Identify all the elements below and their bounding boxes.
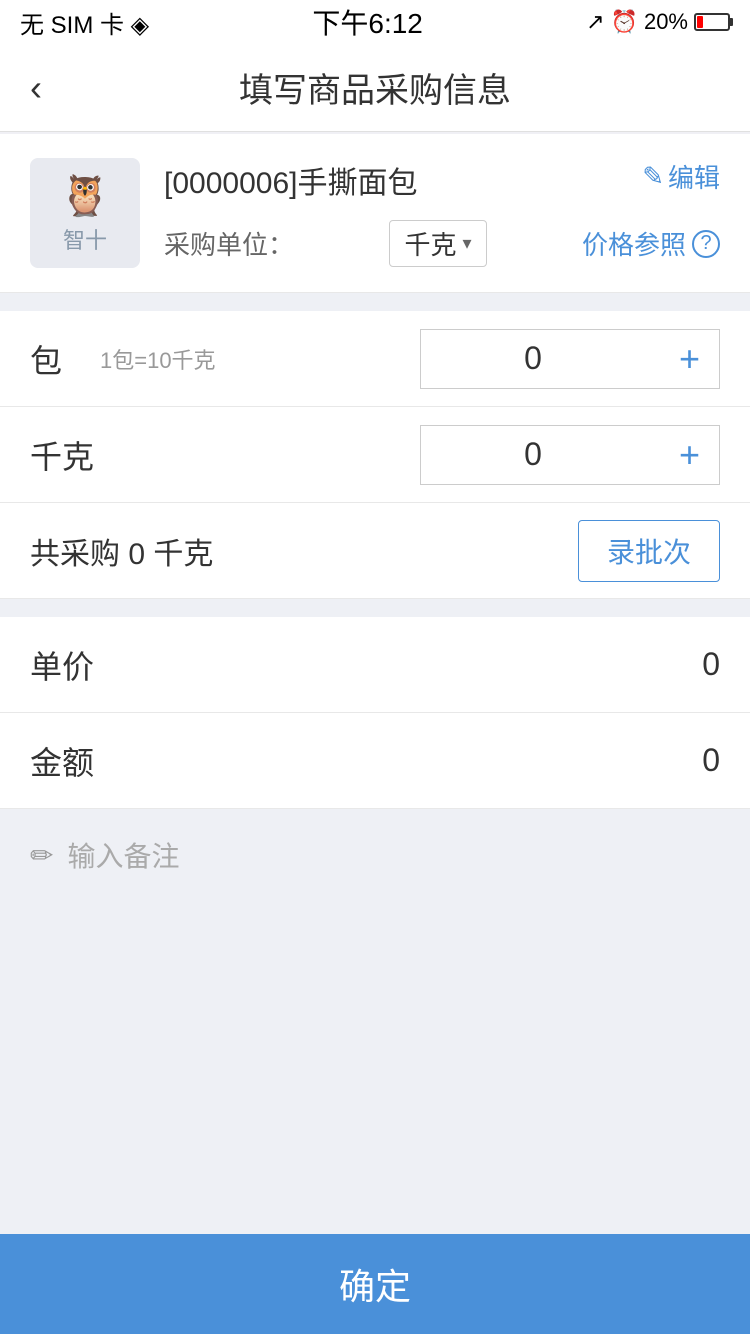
bao-input-row: 包 1包=10千克 +: [0, 311, 750, 407]
info-section: 单价 0 金额 0: [0, 617, 750, 809]
unit-price-row: 单价 0: [0, 617, 750, 713]
price-ref-label: 价格参照: [582, 225, 686, 262]
product-image-label: 智十: [63, 223, 107, 255]
price-ref-button[interactable]: 价格参照 ?: [582, 225, 720, 262]
product-card: 🦉 智十 [0000006]手撕面包 ✎ 编辑 采购单位： 千克 ▾ 价格参照 …: [0, 134, 750, 293]
remark-section[interactable]: ✏ 输入备注: [0, 809, 750, 901]
battery-icon: [694, 13, 730, 31]
nav-bar: ‹ 填写商品采购信息: [0, 44, 750, 132]
product-info: [0000006]手撕面包 ✎ 编辑 采购单位： 千克 ▾ 价格参照 ?: [164, 158, 720, 267]
bao-label: 包: [30, 336, 90, 382]
unit-label: 采购单位：: [164, 225, 294, 262]
product-image-icon: 🦉: [60, 172, 110, 219]
unit-select[interactable]: 千克 ▾: [389, 220, 486, 267]
edit-label: 编辑: [668, 158, 720, 195]
product-header: [0000006]手撕面包 ✎ 编辑: [164, 158, 720, 202]
page-title: 填写商品采购信息: [239, 63, 511, 112]
total-row: 共采购 0 千克 录批次: [0, 503, 750, 599]
product-image: 🦉 智十: [30, 158, 140, 268]
info-icon: ?: [692, 230, 720, 258]
product-unit-row: 采购单位： 千克 ▾ 价格参照 ?: [164, 220, 720, 267]
chevron-down-icon: ▾: [462, 233, 471, 254]
battery-pct: 20%: [644, 9, 688, 35]
input-section: 包 1包=10千克 + 千克 +: [0, 311, 750, 503]
status-bar: 无 SIM 卡 ◈ 下午6:12 ↗ ⏰ 20%: [0, 0, 750, 44]
bao-quantity-input[interactable]: [420, 329, 660, 389]
section-divider-2: [0, 599, 750, 617]
alarm-icon: ⏰: [611, 9, 638, 35]
section-divider-1: [0, 293, 750, 311]
total-label: 共采购 0 千克: [30, 529, 213, 573]
unit-value: 千克: [404, 225, 456, 262]
kg-quantity-input[interactable]: [420, 425, 660, 485]
content-spacer: [0, 901, 750, 1234]
unit-price-value: 0: [702, 646, 720, 683]
status-carrier: 无 SIM 卡 ◈: [20, 5, 149, 40]
amount-row: 金额 0: [0, 713, 750, 809]
kg-label: 千克: [30, 432, 94, 478]
confirm-button[interactable]: 确定: [0, 1234, 750, 1334]
battery-fill: [697, 16, 703, 28]
amount-value: 0: [702, 742, 720, 779]
location-icon: ↗: [586, 9, 604, 35]
confirm-label: 确定: [339, 1258, 411, 1310]
record-batch-button[interactable]: 录批次: [578, 520, 720, 582]
kg-plus-button[interactable]: +: [660, 425, 720, 485]
kg-input-right: +: [420, 425, 720, 485]
back-button[interactable]: ‹: [30, 67, 42, 109]
bao-input-right: +: [420, 329, 720, 389]
amount-label: 金额: [30, 738, 94, 784]
edit-button[interactable]: ✎ 编辑: [642, 158, 720, 195]
edit-icon: ✎: [642, 161, 664, 192]
unit-price-label: 单价: [30, 642, 94, 688]
bao-plus-button[interactable]: +: [660, 329, 720, 389]
status-right: ↗ ⏰ 20%: [586, 9, 730, 35]
pencil-icon: ✏: [30, 839, 53, 872]
product-name: [0000006]手撕面包: [164, 158, 417, 202]
bao-sublabel: 1包=10千克: [100, 343, 216, 375]
remark-input[interactable]: 输入备注: [67, 835, 179, 875]
status-time: 下午6:12: [312, 2, 423, 42]
kg-input-row: 千克 +: [0, 407, 750, 503]
